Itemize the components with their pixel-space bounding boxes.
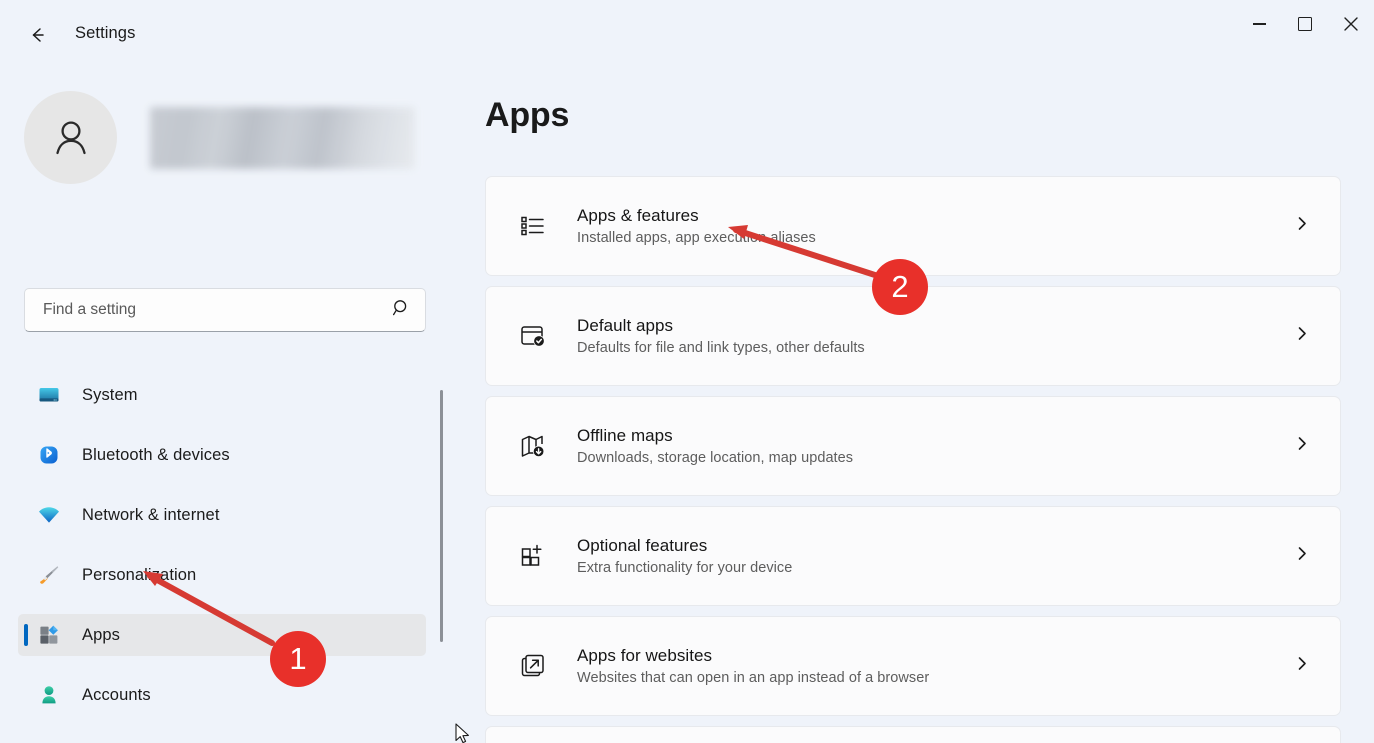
card-title: Optional features — [577, 536, 708, 555]
settings-card-apps-for-websites[interactable]: Apps for websites Websites that can open… — [485, 616, 1341, 716]
sidebar-item-network-internet[interactable]: Network & internet — [18, 494, 426, 536]
main-content: Apps Apps & features Installed apps, app… — [452, 72, 1374, 743]
sidebar-item-apps[interactable]: Apps — [18, 614, 426, 656]
paintbrush-icon — [36, 562, 62, 588]
sidebar-scrollbar[interactable] — [440, 390, 443, 642]
chevron-right-icon[interactable] — [1294, 546, 1310, 567]
monitor-icon — [36, 382, 62, 408]
back-button[interactable] — [18, 18, 56, 56]
card-subtitle: Websites that can open in an app instead… — [577, 670, 930, 686]
sidebar-item-label: Personalization — [82, 565, 197, 584]
card-subtitle: Downloads, storage location, map updates — [577, 450, 854, 466]
username-redacted — [150, 106, 415, 169]
card-title: Apps & features — [577, 206, 699, 225]
sidebar-nav: System Bluetooth & devices Network & int… — [0, 304, 452, 743]
card-title: Default apps — [577, 316, 674, 335]
settings-card-offline-maps[interactable]: Offline maps Downloads, storage location… — [485, 396, 1341, 496]
apps-blocks-icon — [36, 622, 62, 648]
chevron-right-icon[interactable] — [1294, 216, 1310, 237]
card-title: Apps for websites — [577, 646, 713, 665]
sidebar-item-bluetooth-devices[interactable]: Bluetooth & devices — [18, 434, 426, 476]
sidebar-item-system[interactable]: System — [18, 374, 426, 416]
wifi-icon — [36, 502, 62, 528]
close-icon[interactable] — [1328, 0, 1374, 48]
sidebar-item-label: Bluetooth & devices — [82, 445, 230, 464]
selection-accent-bar — [24, 624, 28, 646]
card-subtitle: Installed apps, app execution aliases — [577, 230, 816, 246]
maximize-icon[interactable] — [1282, 0, 1328, 48]
settings-card-apps-features[interactable]: Apps & features Installed apps, app exec… — [485, 176, 1341, 276]
grid-plus-icon — [516, 539, 550, 573]
chevron-right-icon[interactable] — [1294, 436, 1310, 457]
person-icon — [36, 682, 62, 708]
card-text: Optional features Extra functionality fo… — [577, 536, 792, 576]
annotation-badge-1: 1 — [270, 631, 326, 687]
mouse-cursor — [455, 723, 471, 743]
card-subtitle: Defaults for file and link types, other … — [577, 340, 865, 356]
sidebar-item-label: Network & internet — [82, 505, 220, 524]
minimize-icon[interactable] — [1236, 0, 1282, 48]
settings-card-partial[interactable] — [485, 726, 1341, 743]
sidebar: System Bluetooth & devices — [0, 72, 452, 743]
card-text: Apps & features Installed apps, app exec… — [577, 206, 816, 246]
user-profile[interactable] — [24, 91, 415, 184]
back-arrow-icon — [26, 24, 48, 51]
card-text: Offline maps Downloads, storage location… — [577, 426, 853, 466]
avatar — [24, 91, 117, 184]
window-check-icon — [516, 319, 550, 353]
sidebar-item-label: Accounts — [82, 685, 151, 704]
annotation-badge-2: 2 — [872, 259, 928, 315]
card-text: Apps for websites Websites that can open… — [577, 646, 929, 686]
app-title: Settings — [75, 24, 136, 42]
page-title: Apps — [485, 96, 570, 134]
sidebar-item-personalization[interactable]: Personalization — [18, 554, 426, 596]
card-title: Offline maps — [577, 426, 673, 445]
settings-card-optional-features[interactable]: Optional features Extra functionality fo… — [485, 506, 1341, 606]
sidebar-item-label: Apps — [82, 625, 121, 644]
map-download-icon — [516, 429, 550, 463]
card-subtitle: Extra functionality for your device — [577, 560, 793, 576]
settings-card-list: Apps & features Installed apps, app exec… — [485, 176, 1341, 743]
external-link-icon — [516, 649, 550, 683]
chevron-right-icon[interactable] — [1294, 326, 1310, 347]
list-icon — [516, 209, 550, 243]
sidebar-item-label: System — [82, 385, 138, 404]
title-bar: Settings — [0, 0, 1374, 72]
chevron-right-icon[interactable] — [1294, 656, 1310, 677]
sidebar-item-accounts[interactable]: Accounts — [18, 674, 426, 716]
window-controls — [1236, 0, 1374, 48]
sidebar-item-time-language[interactable]: Time & language — [18, 734, 426, 743]
card-text: Default apps Defaults for file and link … — [577, 316, 865, 356]
bluetooth-icon — [36, 442, 62, 468]
